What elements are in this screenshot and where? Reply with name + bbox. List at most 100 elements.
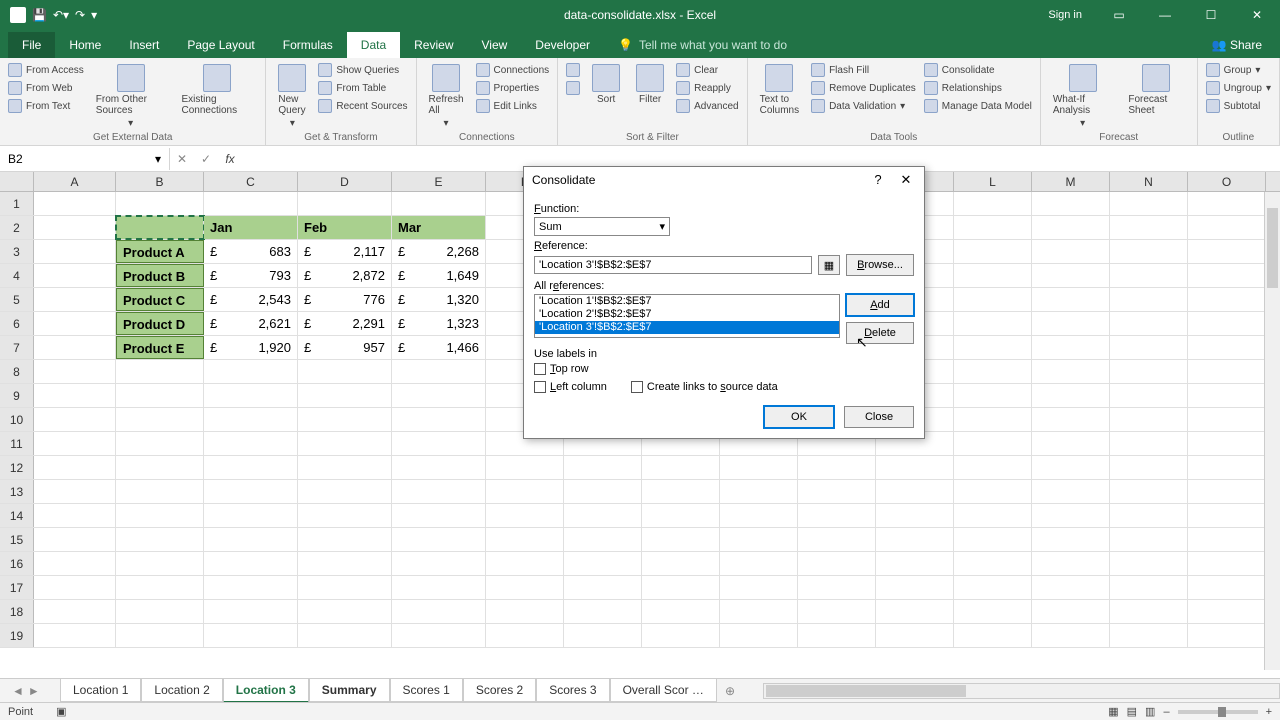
sheet-tab[interactable]: Summary bbox=[309, 679, 390, 702]
cell[interactable] bbox=[1110, 360, 1188, 383]
data-model-button[interactable]: Manage Data Model bbox=[924, 98, 1032, 114]
cell[interactable] bbox=[486, 600, 564, 623]
cell[interactable] bbox=[642, 576, 720, 599]
cell[interactable] bbox=[720, 528, 798, 551]
cell[interactable] bbox=[116, 192, 204, 215]
cell[interactable]: Product D bbox=[116, 312, 204, 335]
cell[interactable] bbox=[1188, 288, 1266, 311]
share-button[interactable]: 👥 Share bbox=[1204, 32, 1270, 58]
vertical-scrollbar[interactable] bbox=[1264, 192, 1280, 670]
cell[interactable]: £1,466 bbox=[392, 336, 486, 359]
cell[interactable] bbox=[298, 624, 392, 647]
add-button[interactable]: Add bbox=[846, 294, 914, 316]
cell[interactable]: Product C bbox=[116, 288, 204, 311]
cell[interactable] bbox=[34, 528, 116, 551]
sort-button[interactable]: Sort bbox=[588, 62, 624, 107]
cell[interactable] bbox=[876, 552, 954, 575]
cell[interactable] bbox=[204, 408, 298, 431]
cell[interactable] bbox=[34, 456, 116, 479]
cell[interactable] bbox=[642, 552, 720, 575]
cell[interactable] bbox=[1188, 240, 1266, 263]
cell[interactable] bbox=[1188, 216, 1266, 239]
cell[interactable] bbox=[564, 480, 642, 503]
forecast-sheet-button[interactable]: Forecast Sheet bbox=[1124, 62, 1188, 118]
cell[interactable] bbox=[720, 600, 798, 623]
row-header[interactable]: 11 bbox=[0, 432, 34, 455]
cell[interactable] bbox=[1032, 432, 1110, 455]
function-combo[interactable]: Sum ▾ bbox=[534, 217, 670, 236]
cell[interactable] bbox=[954, 432, 1032, 455]
cell[interactable] bbox=[1188, 504, 1266, 527]
cell[interactable] bbox=[298, 504, 392, 527]
cell[interactable] bbox=[1032, 480, 1110, 503]
row-header[interactable]: 7 bbox=[0, 336, 34, 359]
recent-sources-button[interactable]: Recent Sources bbox=[318, 98, 407, 114]
row-header[interactable]: 1 bbox=[0, 192, 34, 215]
cell[interactable] bbox=[392, 576, 486, 599]
cell[interactable] bbox=[392, 408, 486, 431]
cell[interactable] bbox=[392, 384, 486, 407]
ok-button[interactable]: OK bbox=[764, 406, 834, 428]
cell[interactable] bbox=[298, 600, 392, 623]
cell[interactable] bbox=[298, 576, 392, 599]
cell[interactable] bbox=[564, 576, 642, 599]
cell[interactable] bbox=[204, 600, 298, 623]
cell[interactable] bbox=[1032, 552, 1110, 575]
cell[interactable] bbox=[1032, 600, 1110, 623]
row-header[interactable]: 8 bbox=[0, 360, 34, 383]
cell[interactable] bbox=[1188, 624, 1266, 647]
cell[interactable] bbox=[1188, 480, 1266, 503]
macro-record-icon[interactable]: ▣ bbox=[56, 706, 66, 718]
cell[interactable] bbox=[954, 240, 1032, 263]
remove-duplicates-button[interactable]: Remove Duplicates bbox=[811, 80, 916, 96]
group-button[interactable]: Group ▾ bbox=[1206, 62, 1271, 78]
namebox-dropdown-icon[interactable]: ▾ bbox=[155, 152, 161, 166]
from-other-sources-button[interactable]: From Other Sources▾ bbox=[92, 62, 170, 131]
col-header[interactable]: A bbox=[34, 172, 116, 191]
cell[interactable] bbox=[1110, 552, 1188, 575]
cell[interactable]: £793 bbox=[204, 264, 298, 287]
cell[interactable] bbox=[34, 408, 116, 431]
cell[interactable] bbox=[954, 288, 1032, 311]
cell[interactable] bbox=[204, 384, 298, 407]
cell[interactable] bbox=[34, 336, 116, 359]
cell[interactable]: £2,621 bbox=[204, 312, 298, 335]
redo-icon[interactable]: ↷ bbox=[75, 8, 85, 22]
cell[interactable] bbox=[34, 264, 116, 287]
cell[interactable] bbox=[1110, 408, 1188, 431]
cell[interactable] bbox=[798, 528, 876, 551]
cell[interactable] bbox=[1188, 552, 1266, 575]
text-to-columns-button[interactable]: Text to Columns bbox=[756, 62, 803, 118]
cell[interactable] bbox=[34, 504, 116, 527]
tab-data[interactable]: Data bbox=[347, 32, 400, 58]
cell[interactable] bbox=[1188, 408, 1266, 431]
view-break-icon[interactable]: ▥ bbox=[1145, 705, 1155, 718]
cell[interactable] bbox=[954, 552, 1032, 575]
cell[interactable] bbox=[298, 360, 392, 383]
cell[interactable] bbox=[204, 456, 298, 479]
from-text-button[interactable]: From Text bbox=[8, 98, 84, 114]
sheet-tab[interactable]: Scores 1 bbox=[390, 679, 463, 702]
data-validation-button[interactable]: Data Validation ▾ bbox=[811, 98, 916, 114]
sort-za-button[interactable] bbox=[566, 80, 580, 96]
cell[interactable] bbox=[798, 504, 876, 527]
cell[interactable] bbox=[34, 216, 116, 239]
row-header[interactable]: 15 bbox=[0, 528, 34, 551]
zoom-slider[interactable] bbox=[1178, 710, 1258, 714]
cell[interactable]: Jan bbox=[204, 216, 298, 239]
cell[interactable] bbox=[1032, 384, 1110, 407]
cell[interactable] bbox=[876, 600, 954, 623]
cell[interactable] bbox=[954, 576, 1032, 599]
row-header[interactable]: 3 bbox=[0, 240, 34, 263]
cell[interactable] bbox=[298, 408, 392, 431]
filter-button[interactable]: Filter bbox=[632, 62, 668, 107]
cell[interactable] bbox=[798, 600, 876, 623]
cell[interactable] bbox=[1032, 528, 1110, 551]
row-header[interactable]: 6 bbox=[0, 312, 34, 335]
range-picker-icon[interactable]: ▦ bbox=[818, 255, 840, 275]
existing-connections-button[interactable]: Existing Connections bbox=[178, 62, 258, 118]
cell[interactable] bbox=[34, 432, 116, 455]
row-header[interactable]: 14 bbox=[0, 504, 34, 527]
edit-links-button[interactable]: Edit Links bbox=[476, 98, 550, 114]
cell[interactable] bbox=[954, 624, 1032, 647]
